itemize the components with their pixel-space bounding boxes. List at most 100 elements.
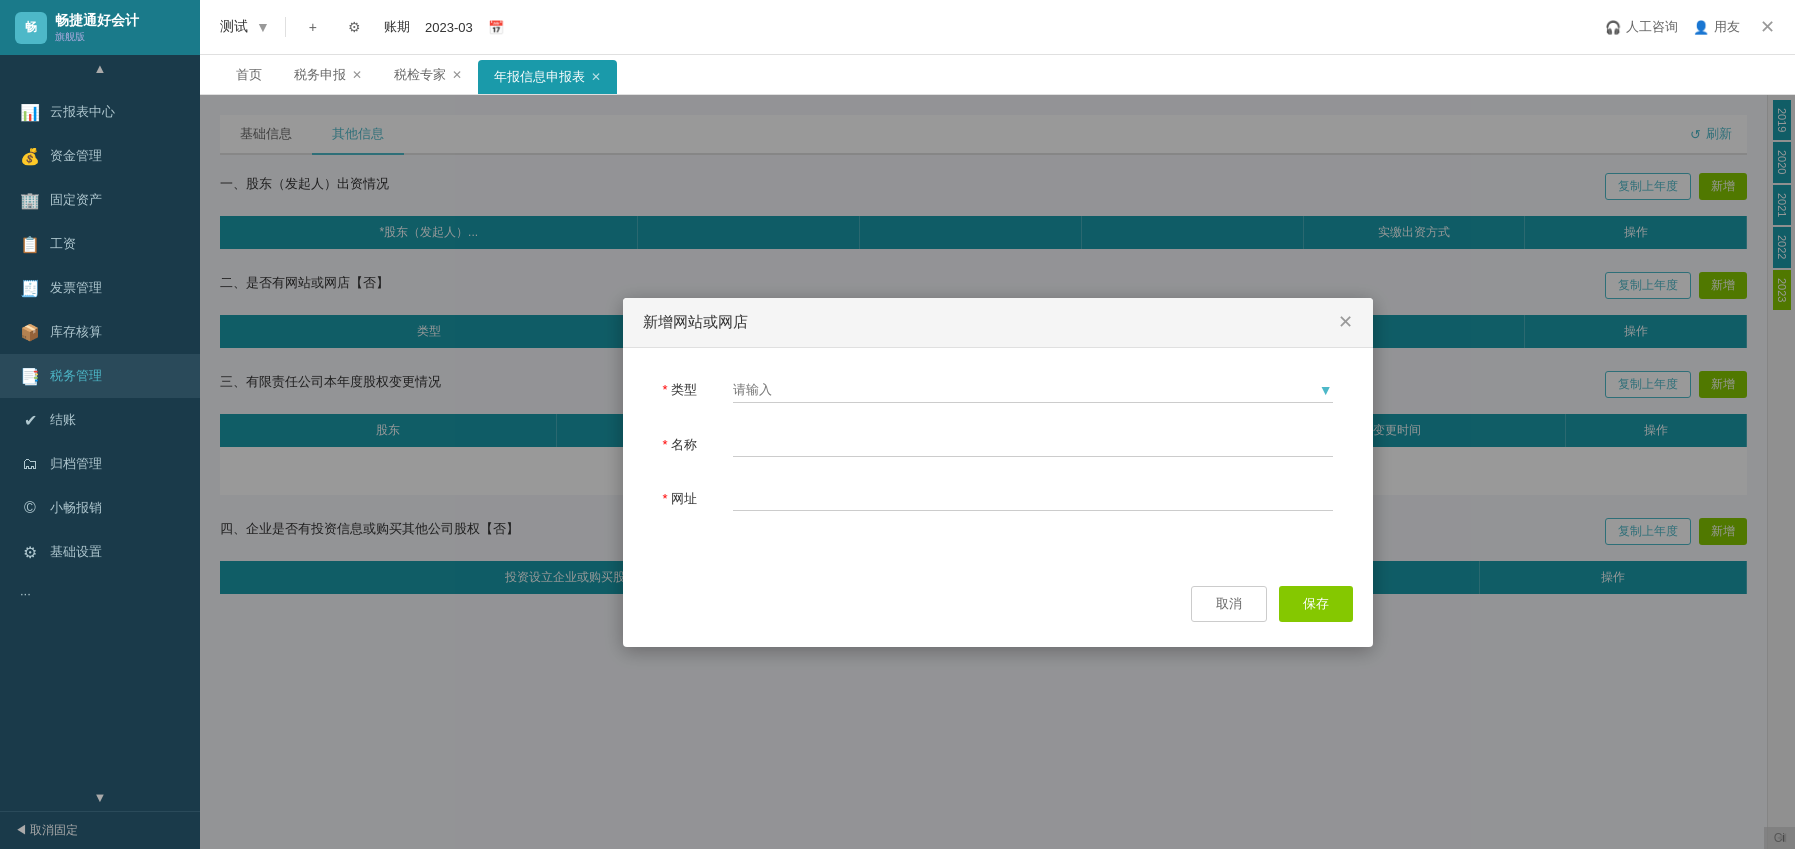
sidebar-item-accounting[interactable]: ✔ 结账 xyxy=(0,398,200,442)
main-area: 测试 ▼ + ⚙ 账期 2023-03 📅 🎧 人工咨询 👤 用友 xyxy=(200,0,1795,849)
dialog-footer: 取消 保存 xyxy=(623,571,1373,647)
dialog-header: 新增网站或网店 ✕ xyxy=(623,298,1373,348)
sidebar-header: 畅 畅捷通好会计 旗舰版 xyxy=(0,0,200,55)
sidebar-item-archive-label: 归档管理 xyxy=(50,455,102,473)
topbar-right: 🎧 人工咨询 👤 用友 ✕ xyxy=(1605,16,1775,38)
sidebar-item-funds-label: 资金管理 xyxy=(50,147,102,165)
sidebar-item-funds[interactable]: 💰 资金管理 xyxy=(0,134,200,178)
funds-icon: 💰 xyxy=(20,146,40,166)
sidebar-item-settings[interactable]: ⚙ 基础设置 xyxy=(0,530,200,574)
type-input[interactable] xyxy=(733,382,1319,397)
add-website-dialog: 新增网站或网店 ✕ * 类型 ▼ xyxy=(623,298,1373,647)
type-input-wrap: ▼ xyxy=(733,378,1333,403)
tab-tax-expert-close[interactable]: ✕ xyxy=(452,68,462,82)
sidebar-nav: 📊 云报表中心 💰 资金管理 🏢 固定资产 📋 工资 🧾 发票管理 📦 xyxy=(0,82,200,784)
window-close-button[interactable]: ✕ xyxy=(1760,16,1775,38)
user-button[interactable]: 👤 用友 xyxy=(1693,18,1740,36)
url-input-wrap xyxy=(733,487,1333,511)
sidebar-item-assets-label: 固定资产 xyxy=(50,191,102,209)
add-button[interactable]: + xyxy=(301,15,325,39)
sidebar-item-archive[interactable]: 🗂 归档管理 xyxy=(0,442,200,486)
dialog-close-button[interactable]: ✕ xyxy=(1338,313,1353,331)
sidebar-footer[interactable]: ◀ 取消固定 xyxy=(0,811,200,849)
service-button[interactable]: 🎧 人工咨询 xyxy=(1605,18,1678,36)
tab-tax-expert-label: 税检专家 xyxy=(394,66,446,84)
sidebar-item-tax[interactable]: 📑 税务管理 xyxy=(0,354,200,398)
calendar-icon[interactable]: 📅 xyxy=(488,20,504,35)
sidebar-item-yunreport[interactable]: 📊 云报表中心 xyxy=(0,90,200,134)
tab-annual-report-close[interactable]: ✕ xyxy=(591,70,601,84)
topbar-period-section: 账期 2023-03 📅 xyxy=(384,18,504,36)
archive-icon: 🗂 xyxy=(20,454,40,474)
sidebar-item-xiaochang[interactable]: © 小畅报销 xyxy=(0,486,200,530)
name-label: * 名称 xyxy=(663,436,723,454)
tax-icon: 📑 xyxy=(20,366,40,386)
sidebar-item-invoice[interactable]: 🧾 发票管理 xyxy=(0,266,200,310)
type-dropdown-icon[interactable]: ▼ xyxy=(1319,382,1333,398)
type-label-text: 类型 xyxy=(671,382,697,397)
dialog-body: * 类型 ▼ * 名称 xyxy=(623,348,1373,571)
sidebar-item-more-label: ··· xyxy=(20,586,31,601)
sidebar-item-assets[interactable]: 🏢 固定资产 xyxy=(0,178,200,222)
name-input[interactable] xyxy=(733,437,1333,452)
type-required-mark: * xyxy=(663,382,668,397)
assets-icon: 🏢 xyxy=(20,190,40,210)
sidebar-scroll-up[interactable]: ▲ xyxy=(0,55,200,82)
period-label: 账期 xyxy=(384,18,410,36)
company-name: 测试 xyxy=(220,18,248,36)
inventory-icon: 📦 xyxy=(20,322,40,342)
topbar-divider1 xyxy=(285,17,286,37)
form-field-url: * 网址 xyxy=(663,487,1333,511)
logo-text: 畅 xyxy=(25,19,37,36)
url-input[interactable] xyxy=(733,491,1333,506)
name-required-mark: * xyxy=(663,437,668,452)
content-area: 基础信息 其他信息 ↺ 刷新 一、股东（发起人）出资情况 复制 xyxy=(200,95,1795,849)
sidebar-item-yunreport-label: 云报表中心 xyxy=(50,103,115,121)
dialog-title: 新增网站或网店 xyxy=(643,313,748,332)
tab-tax-expert[interactable]: 税检专家 ✕ xyxy=(378,58,478,94)
sidebar-item-salary[interactable]: 📋 工资 xyxy=(0,222,200,266)
settings-icon: ⚙ xyxy=(20,542,40,562)
salary-icon: 📋 xyxy=(20,234,40,254)
tab-tax-report-label: 税务申报 xyxy=(294,66,346,84)
name-label-text: 名称 xyxy=(671,437,697,452)
company-selector[interactable]: 测试 ▼ xyxy=(220,18,270,36)
sidebar-item-invoice-label: 发票管理 xyxy=(50,279,102,297)
sidebar: 畅 畅捷通好会计 旗舰版 ▲ 📊 云报表中心 💰 资金管理 🏢 固定资产 📋 xyxy=(0,0,200,849)
form-field-name: * 名称 xyxy=(663,433,1333,457)
unpin-label: ◀ 取消固定 xyxy=(15,822,78,839)
gear-button[interactable]: ⚙ xyxy=(340,15,369,39)
sidebar-item-more[interactable]: ··· xyxy=(0,574,200,613)
app-title-wrap: 畅捷通好会计 旗舰版 xyxy=(55,12,139,44)
sidebar-item-accounting-label: 结账 xyxy=(50,411,76,429)
topbar: 测试 ▼ + ⚙ 账期 2023-03 📅 🎧 人工咨询 👤 用友 xyxy=(200,0,1795,55)
sidebar-item-tax-label: 税务管理 xyxy=(50,367,102,385)
save-button[interactable]: 保存 xyxy=(1279,586,1353,622)
url-required-mark: * xyxy=(663,491,668,506)
yunreport-icon: 📊 xyxy=(20,102,40,122)
tab-tax-report[interactable]: 税务申报 ✕ xyxy=(278,58,378,94)
tab-home-label: 首页 xyxy=(236,66,262,84)
sidebar-item-settings-label: 基础设置 xyxy=(50,543,102,561)
tab-annual-report-label: 年报信息申报表 xyxy=(494,68,585,86)
tab-tax-report-close[interactable]: ✕ xyxy=(352,68,362,82)
tab-home[interactable]: 首页 xyxy=(220,58,278,94)
main-tabs: 首页 税务申报 ✕ 税检专家 ✕ 年报信息申报表 ✕ xyxy=(200,55,1795,95)
sidebar-scroll-down[interactable]: ▼ xyxy=(0,784,200,811)
cancel-button[interactable]: 取消 xyxy=(1191,586,1267,622)
invoice-icon: 🧾 xyxy=(20,278,40,298)
sidebar-item-inventory[interactable]: 📦 库存核算 xyxy=(0,310,200,354)
app-subtitle: 旗舰版 xyxy=(55,30,139,44)
service-label: 人工咨询 xyxy=(1626,18,1678,36)
app-logo: 畅 xyxy=(15,12,47,44)
tab-annual-report[interactable]: 年报信息申报表 ✕ xyxy=(478,60,617,94)
type-label: * 类型 xyxy=(663,381,723,399)
accounting-icon: ✔ xyxy=(20,410,40,430)
period-value: 2023-03 xyxy=(425,20,473,35)
sidebar-item-inventory-label: 库存核算 xyxy=(50,323,102,341)
headset-icon: 🎧 xyxy=(1605,20,1621,35)
url-label: * 网址 xyxy=(663,490,723,508)
xiaochang-icon: © xyxy=(20,498,40,518)
app-title: 畅捷通好会计 xyxy=(55,12,139,30)
sidebar-item-xiaochang-label: 小畅报销 xyxy=(50,499,102,517)
